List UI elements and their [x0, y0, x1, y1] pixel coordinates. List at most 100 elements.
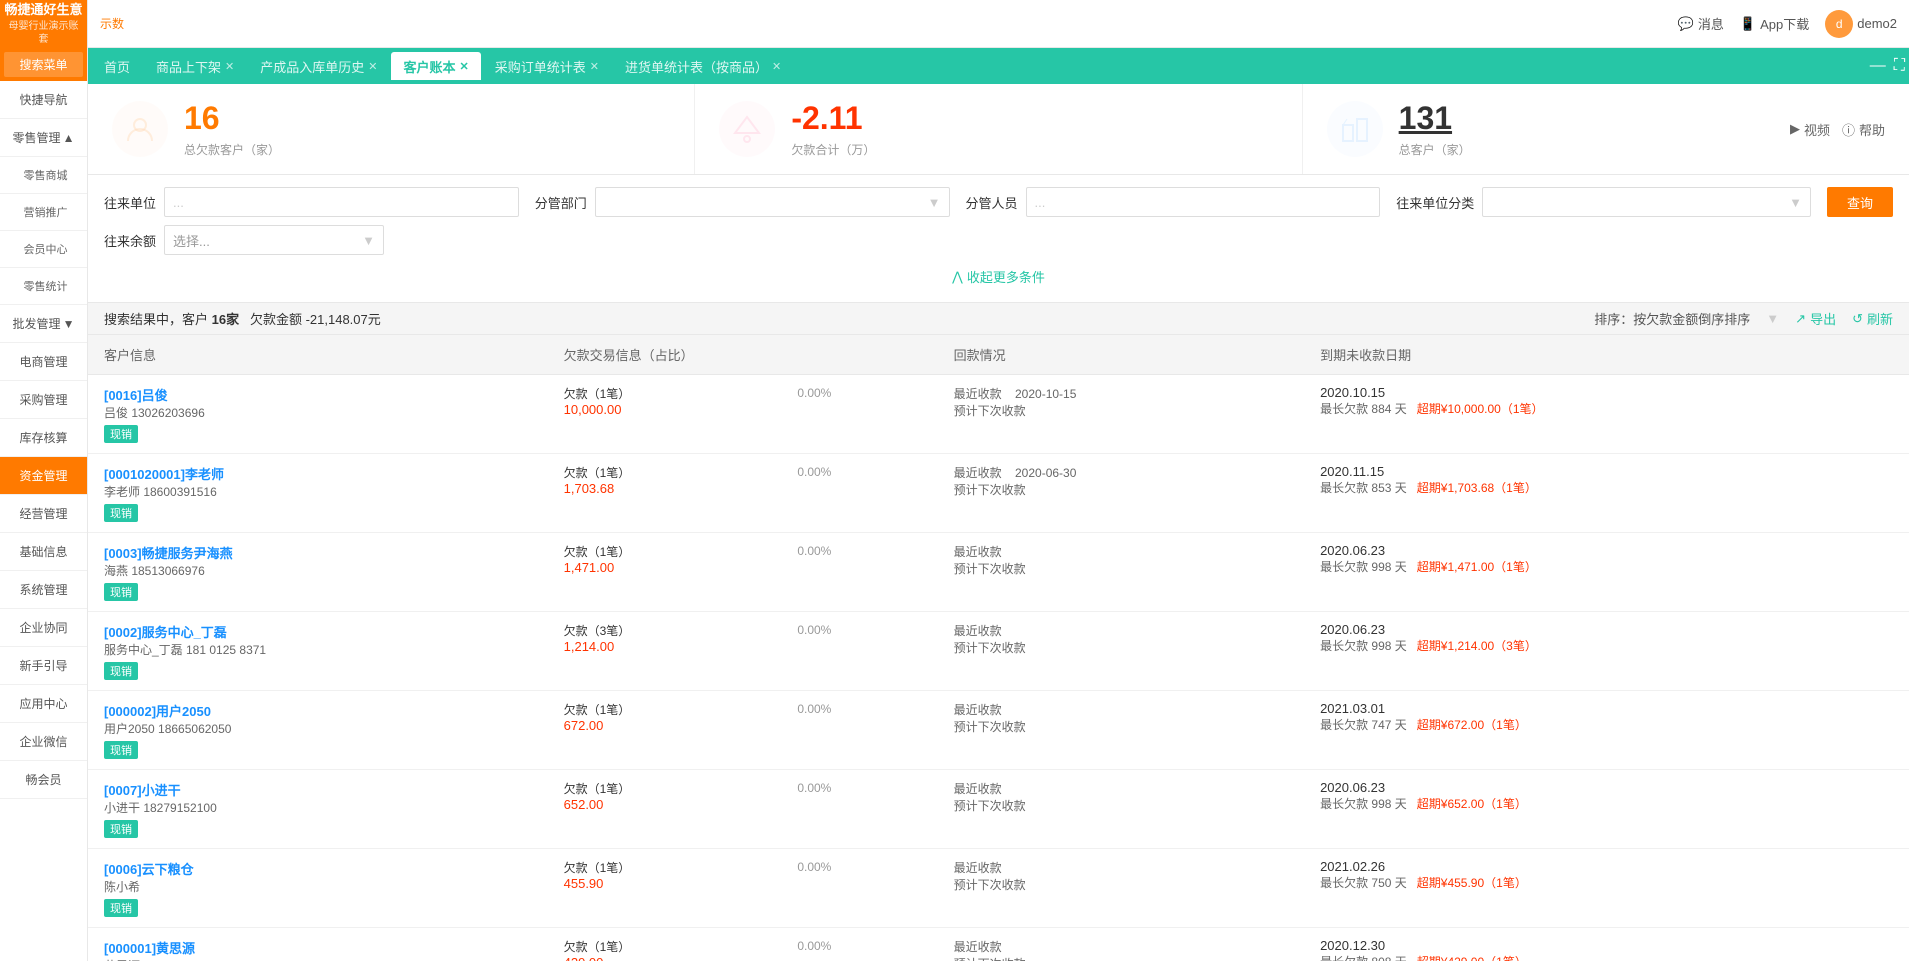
search-menu-button[interactable]: 搜索菜单 [4, 52, 83, 77]
cell-due-date: 2020.11.15 最长欠款 853 天 超期¥1,703.68（1笔） [1304, 454, 1909, 533]
tab-close-inventory-history[interactable]: ✕ [368, 60, 377, 73]
tab-maximize-button[interactable]: ⛶ [1894, 57, 1905, 75]
total-customers-info: 131 总客户（家） [1399, 100, 1471, 158]
customer-tag: 现销 [104, 583, 138, 601]
sidebar-item-marketing[interactable]: 营销推广 [0, 194, 87, 231]
sidebar-item-retail-mgmt[interactable]: 零售管理 ▲ [0, 119, 87, 157]
customer-phone: 吕俊 13026203696 [104, 404, 532, 421]
collapse-area: ⋀ 收起更多条件 [104, 263, 1893, 290]
debt-amount-card: -2.11 欠款合计（万） [695, 84, 1302, 174]
remaining-select[interactable]: 选择... ▼ [164, 225, 384, 255]
cell-debt-info: 欠款（1笔） 455.90 [548, 849, 782, 928]
sidebar-item-member[interactable]: 会员中心 [0, 231, 87, 268]
sidebar-item-purchase[interactable]: 采购管理 [0, 381, 87, 419]
sidebar-item-finance[interactable]: 资金管理 [0, 457, 87, 495]
sidebar-item-retail-stats[interactable]: 零售统计 [0, 268, 87, 305]
sidebar-item-ecommerce[interactable]: 电商管理 [0, 343, 87, 381]
overdue-amount-link[interactable]: 超期¥1,471.00（1笔） [1417, 560, 1537, 574]
tab-close-customer-ledger[interactable]: ✕ [460, 60, 469, 73]
overdue-amount-link[interactable]: 超期¥10,000.00（1笔） [1417, 402, 1544, 416]
sidebar-item-inventory[interactable]: 库存核算 [0, 419, 87, 457]
unit-category-select[interactable]: ▼ [1482, 187, 1811, 217]
person-input[interactable]: ... [1026, 187, 1381, 217]
overdue-amount-link[interactable]: 超期¥672.00（1笔） [1417, 718, 1527, 732]
sidebar-search-area: 搜索菜单 [0, 48, 87, 81]
cell-percent: 0.00% [781, 849, 937, 928]
tab-close-purchase-by-product[interactable]: ✕ [772, 60, 781, 73]
from-unit-input[interactable]: ... [164, 187, 519, 217]
tab-product-listing[interactable]: 商品上下架 ✕ [144, 52, 246, 80]
overdue-amount-link[interactable]: 超期¥429.00（1笔） [1417, 955, 1527, 961]
cell-debt-info: 欠款（1笔） 652.00 [548, 770, 782, 849]
overdue-amount-link[interactable]: 超期¥652.00（1笔） [1417, 797, 1527, 811]
user-menu[interactable]: d demo2 [1825, 10, 1897, 38]
remaining-label: 往来余额 [104, 231, 156, 250]
tab-close-purchase-stats[interactable]: ✕ [590, 60, 599, 73]
sidebar-item-batch-mgmt[interactable]: 批发管理 ▼ [0, 305, 87, 343]
overdue-amount-link[interactable]: 超期¥455.90（1笔） [1417, 876, 1527, 890]
overdue-days: 最长欠款 747 天 超期¥672.00（1笔） [1320, 716, 1893, 733]
search-button[interactable]: 查询 [1827, 187, 1893, 217]
customer-name-link[interactable]: [0016]吕俊 [104, 388, 168, 403]
tab-home[interactable]: 首页 [92, 52, 142, 80]
sidebar-item-basic-info[interactable]: 基础信息 [0, 533, 87, 571]
customer-phone: 海燕 18513066976 [104, 562, 532, 579]
customer-name-link[interactable]: [0007]小进干 [104, 783, 181, 798]
tab-close-product-listing[interactable]: ✕ [225, 60, 234, 73]
overdue-amount-link[interactable]: 超期¥1,214.00（3笔） [1417, 639, 1537, 653]
tab-customer-ledger[interactable]: 客户账本 ✕ [391, 52, 480, 80]
export-button[interactable]: ↗ 导出 [1795, 309, 1836, 328]
table-header: 客户信息 欠款交易信息（占比） 回款情况 到期未收款日期 [88, 335, 1909, 375]
total-customers-icon [1327, 101, 1383, 157]
cell-debt-info: 欠款（3笔） 1,214.00 [548, 612, 782, 691]
sidebar-item-system[interactable]: 系统管理 [0, 571, 87, 609]
refresh-button[interactable]: ↺ 刷新 [1852, 309, 1893, 328]
message-button[interactable]: 💬 消息 [1678, 14, 1724, 33]
cell-percent: 0.00% [781, 454, 937, 533]
customer-name-link[interactable]: [000002]用户2050 [104, 704, 211, 719]
cell-due-date: 2021.02.26 最长欠款 750 天 超期¥455.90（1笔） [1304, 849, 1909, 928]
sidebar-item-app-center[interactable]: 应用中心 [0, 685, 87, 723]
table-row: [000001]黄思源 黄思源 13552700226 现销 欠款（1笔） 42… [88, 928, 1909, 961]
main-area: 示数 💬 消息 📱 App下载 d demo2 首页 [88, 0, 1909, 961]
sidebar-item-operations[interactable]: 经营管理 [0, 495, 87, 533]
tab-minimize-button[interactable]: — [1870, 57, 1886, 75]
overdue-amount-link[interactable]: 超期¥1,703.68（1笔） [1417, 481, 1537, 495]
customer-name-link[interactable]: [0002]服务中心_丁磊 [104, 625, 227, 640]
debt-customers-value: 16 [184, 100, 280, 137]
cell-due-date: 2021.03.01 最长欠款 747 天 超期¥672.00（1笔） [1304, 691, 1909, 770]
total-customers-value: 131 [1399, 100, 1471, 137]
tab-purchase-by-product[interactable]: 进货单统计表（按商品） ✕ [613, 52, 793, 80]
cell-customer-info: [0001020001]李老师 李老师 18600391516 现销 [88, 454, 548, 533]
cell-customer-info: [0006]云下粮仓 陈小希 现销 [88, 849, 548, 928]
sidebar-item-wechat[interactable]: 企业微信 [0, 723, 87, 761]
dept-select[interactable]: ▼ [595, 187, 950, 217]
collapse-button[interactable]: ⋀ 收起更多条件 [104, 263, 1893, 290]
app-download-button[interactable]: 📱 App下载 [1740, 14, 1809, 33]
cell-repayment: 最近收款 预计下次收款 [938, 928, 1304, 961]
help-button[interactable]: ⓘ 帮助 [1842, 120, 1885, 139]
sidebar-item-quick-nav[interactable]: 快捷导航 [0, 81, 87, 119]
customer-name-link[interactable]: [0001020001]李老师 [104, 467, 224, 482]
sidebar-item-vip[interactable]: 畅会员 [0, 761, 87, 799]
help-icon: ⓘ [1842, 120, 1855, 139]
tab-inventory-history[interactable]: 产成品入库单历史 ✕ [248, 52, 389, 80]
person-field: 分管人员 ... [966, 187, 1381, 217]
cell-repayment: 最近收款 预计下次收款 [938, 533, 1304, 612]
debt-amount-info: -2.11 欠款合计（万） [791, 100, 875, 158]
customer-table: 客户信息 欠款交易信息（占比） 回款情况 到期未收款日期 [0016]吕俊 吕俊… [88, 335, 1909, 961]
home-link[interactable]: 示数 [100, 15, 124, 32]
sidebar-item-retail-store[interactable]: 零售商城 [0, 157, 87, 194]
sidebar-item-enterprise[interactable]: 企业协同 [0, 609, 87, 647]
tab-purchase-stats[interactable]: 采购订单统计表 ✕ [483, 52, 611, 80]
total-customers-card: 131 总客户（家） ▶ 视频 ⓘ 帮助 [1303, 84, 1909, 174]
view-video-button[interactable]: ▶ 视频 [1790, 120, 1830, 139]
sidebar-item-newbie[interactable]: 新手引导 [0, 647, 87, 685]
customer-name-link[interactable]: [0006]云下粮仓 [104, 862, 194, 877]
chevron-down-icon-2: ▼ [1789, 195, 1802, 210]
cell-repayment: 最近收款 预计下次收款 [938, 612, 1304, 691]
cell-debt-info: 欠款（1笔） 10,000.00 [548, 375, 782, 454]
customer-name-link[interactable]: [0003]畅捷服务尹海燕 [104, 546, 233, 561]
customer-name-link[interactable]: [000001]黄思源 [104, 941, 195, 956]
customer-tag: 现销 [104, 820, 138, 838]
